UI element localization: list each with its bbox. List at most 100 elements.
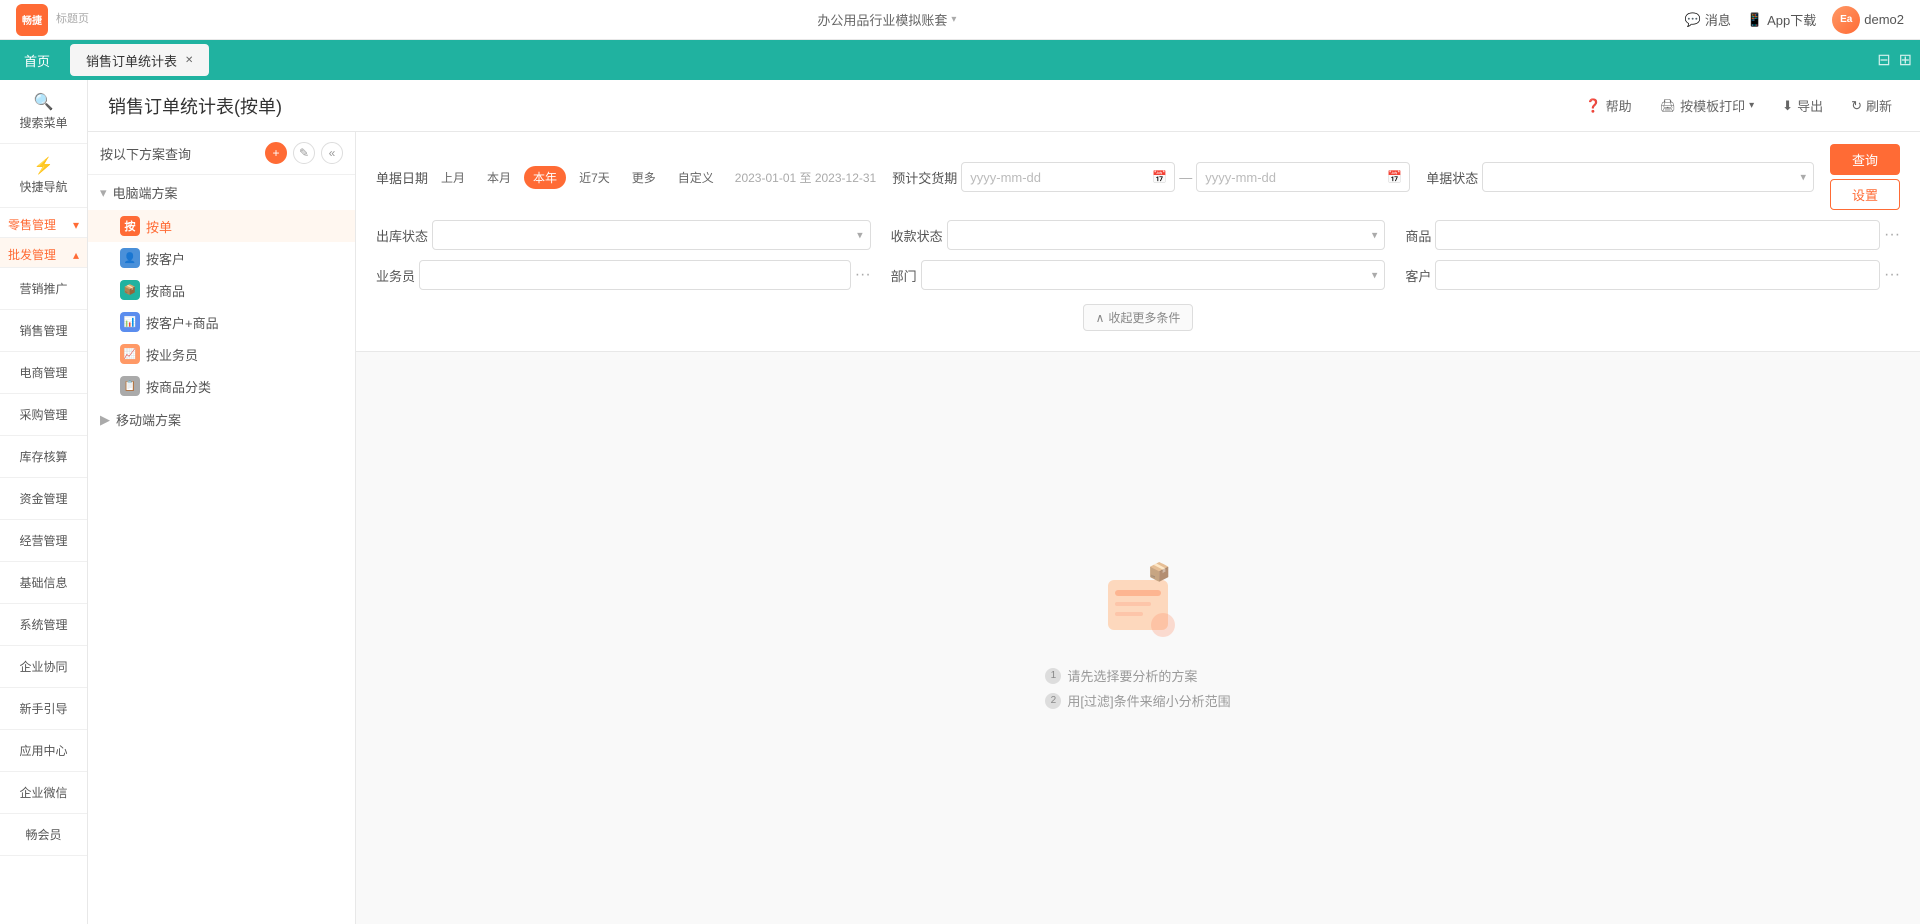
sidebar-inventory[interactable]: 库存核算 [0, 436, 87, 478]
query-btn[interactable]: 查询 [1830, 144, 1900, 175]
dept-label: 部门 [891, 266, 917, 285]
customer-label: 客户 [1405, 266, 1431, 285]
tab-minimize-icon[interactable]: ⊟ [1877, 50, 1890, 70]
sidebar-ecommerce[interactable]: 电商管理 [0, 352, 87, 394]
receipt-status-wrap [947, 220, 1386, 250]
content-area: 销售订单统计表(按单) ❓ 帮助 🖨 按模板打印 ▾ ⬇ 导出 ↻ 刷新 [88, 80, 1920, 924]
tree-section-desktop[interactable]: ▾ 电脑端方案 [88, 175, 355, 210]
message-btn[interactable]: 💬 消息 [1685, 10, 1731, 29]
app-dropdown[interactable]: 办公用品行业模拟账套 ▾ [817, 10, 956, 29]
date-btn-this-month[interactable]: 本月 [478, 166, 520, 189]
collapse-btn[interactable]: ∧ 收起更多条件 [1083, 304, 1194, 331]
by-order-icon: 按 [120, 216, 140, 236]
sidebar-basic-label: 基础信息 [8, 574, 79, 591]
app-download-btn[interactable]: 📱 App下载 [1747, 10, 1816, 29]
out-status-select[interactable] [432, 220, 871, 250]
tab-sales-stat[interactable]: 销售订单统计表 ✕ [70, 44, 209, 76]
dept-select[interactable] [921, 260, 1386, 290]
sidebar-finance-label: 资金管理 [8, 490, 79, 507]
expected-date-from[interactable] [961, 162, 1175, 192]
sidebar-newbie[interactable]: 新手引导 [0, 688, 87, 730]
date-btn-this-year[interactable]: 本年 [524, 166, 566, 189]
goods-input[interactable] [1435, 220, 1880, 250]
left-panel-title: 按以下方案查询 [100, 144, 257, 163]
sidebar-system[interactable]: 系统管理 [0, 604, 87, 646]
page-title: 销售订单统计表(按单) [108, 93, 282, 119]
tab-home-label: 首页 [24, 51, 50, 70]
customer-input[interactable] [1435, 260, 1880, 290]
date-filter-label: 单据日期 [376, 168, 428, 187]
staff-group: 业务员 ··· [376, 260, 871, 290]
tree-item-by-customer[interactable]: 👤 按客户 [88, 242, 355, 274]
order-status-select[interactable] [1482, 162, 1814, 192]
collapse-panel-btn[interactable]: « [321, 142, 343, 164]
expected-date-group: 预计交货期 📅 — 📅 [892, 162, 1410, 192]
sidebar-search[interactable]: 🔍 搜索菜单 [0, 80, 87, 144]
sidebar-finance[interactable]: 资金管理 [0, 478, 87, 520]
app-download-label: App下载 [1767, 10, 1816, 29]
sidebar-basic[interactable]: 基础信息 [0, 562, 87, 604]
goods-more-icon[interactable]: ··· [1884, 226, 1900, 244]
tree-section-mobile[interactable]: ▶ 移动端方案 [88, 402, 355, 437]
edit-scheme-btn[interactable]: ✎ [293, 142, 315, 164]
order-status-group: 单据状态 [1426, 162, 1814, 192]
sidebar-appstore[interactable]: 应用中心 [0, 730, 87, 772]
sidebar: 🔍 搜索菜单 ⚡ 快捷导航 零售管理 ▾ 批发管理 ▴ 营销推广 销售管理 电商… [0, 80, 88, 924]
date-btn-last-month[interactable]: 上月 [432, 166, 474, 189]
tree-item-by-category[interactable]: 📋 按商品分类 [88, 370, 355, 402]
refresh-btn[interactable]: ↻ 刷新 [1843, 92, 1900, 119]
receipt-status-select[interactable] [947, 220, 1386, 250]
sidebar-purchase[interactable]: 采购管理 [0, 394, 87, 436]
empty-illustration: 📦 [1093, 560, 1183, 650]
tip-num-2: 2 [1045, 693, 1061, 709]
print-arrow: ▾ [1749, 100, 1754, 111]
tab-close-icon[interactable]: ✕ [185, 55, 193, 66]
tree-item-by-cust-prod[interactable]: 📊 按客户+商品 [88, 306, 355, 338]
settings-btn[interactable]: 设置 [1830, 179, 1900, 210]
sidebar-sales[interactable]: 销售管理 [0, 310, 87, 352]
sidebar-purchase-label: 采购管理 [8, 406, 79, 423]
sidebar-wechat[interactable]: 企业微信 [0, 772, 87, 814]
filter-row-1: 单据日期 上月 本月 本年 近7天 更多 自定义 2023-01-01 至 20… [376, 144, 1900, 210]
inner-layout: 按以下方案查询 + ✎ « ▾ 电脑端方案 按 按单 [88, 132, 1920, 924]
sidebar-operations[interactable]: 经营管理 [0, 520, 87, 562]
page-actions: ❓ 帮助 🖨 按模板打印 ▾ ⬇ 导出 ↻ 刷新 [1577, 92, 1900, 119]
sidebar-member[interactable]: 畅会员 [0, 814, 87, 856]
user-avatar: Ea [1832, 6, 1860, 34]
dropdown-arrow: ▾ [951, 14, 956, 25]
help-btn[interactable]: ❓ 帮助 [1577, 92, 1639, 119]
print-btn[interactable]: 🖨 按模板打印 ▾ [1652, 92, 1763, 119]
expected-date-label: 预计交货期 [892, 168, 957, 187]
add-scheme-btn[interactable]: + [265, 142, 287, 164]
sidebar-section-wholesale[interactable]: 批发管理 ▴ [0, 238, 87, 268]
empty-tip-1: 1 请先选择要分析的方案 [1045, 666, 1230, 685]
expected-date-to[interactable] [1196, 162, 1410, 192]
sidebar-operations-label: 经营管理 [8, 532, 79, 549]
sidebar-section-retail[interactable]: 零售管理 ▾ [0, 208, 87, 238]
by-customer-icon: 👤 [120, 248, 140, 268]
export-btn[interactable]: ⬇ 导出 [1774, 92, 1831, 119]
refresh-label: 刷新 [1866, 96, 1892, 115]
date-btn-more[interactable]: 更多 [623, 166, 665, 189]
date-btn-custom[interactable]: 自定义 [669, 166, 723, 189]
customer-more-icon[interactable]: ··· [1884, 266, 1900, 284]
staff-more-icon[interactable]: ··· [855, 266, 871, 284]
sidebar-marketing[interactable]: 营销推广 [0, 268, 87, 310]
staff-input[interactable] [419, 260, 851, 290]
tab-maximize-icon[interactable]: ⊞ [1899, 50, 1912, 70]
by-customer-label: 按客户 [146, 249, 185, 268]
search-icon: 🔍 [8, 92, 79, 112]
user-profile-btn[interactable]: Ea demo2 [1832, 6, 1904, 34]
sidebar-quick-nav[interactable]: ⚡ 快捷导航 [0, 144, 87, 208]
out-status-wrap [432, 220, 871, 250]
order-status-wrap [1482, 162, 1814, 192]
date-btn-last-7[interactable]: 近7天 [570, 166, 619, 189]
tree-mobile-expand-icon: ▶ [100, 412, 110, 428]
tree-item-by-staff[interactable]: 📈 按业务员 [88, 338, 355, 370]
tree-mobile-label: 移动端方案 [116, 410, 181, 429]
tree-item-by-order[interactable]: 按 按单 [88, 210, 355, 242]
sidebar-enterprise[interactable]: 企业协同 [0, 646, 87, 688]
tab-home[interactable]: 首页 [8, 44, 66, 76]
tree-item-by-product[interactable]: 📦 按商品 [88, 274, 355, 306]
empty-tip-2: 2 用[过滤]条件来缩小分析范围 [1045, 691, 1230, 710]
